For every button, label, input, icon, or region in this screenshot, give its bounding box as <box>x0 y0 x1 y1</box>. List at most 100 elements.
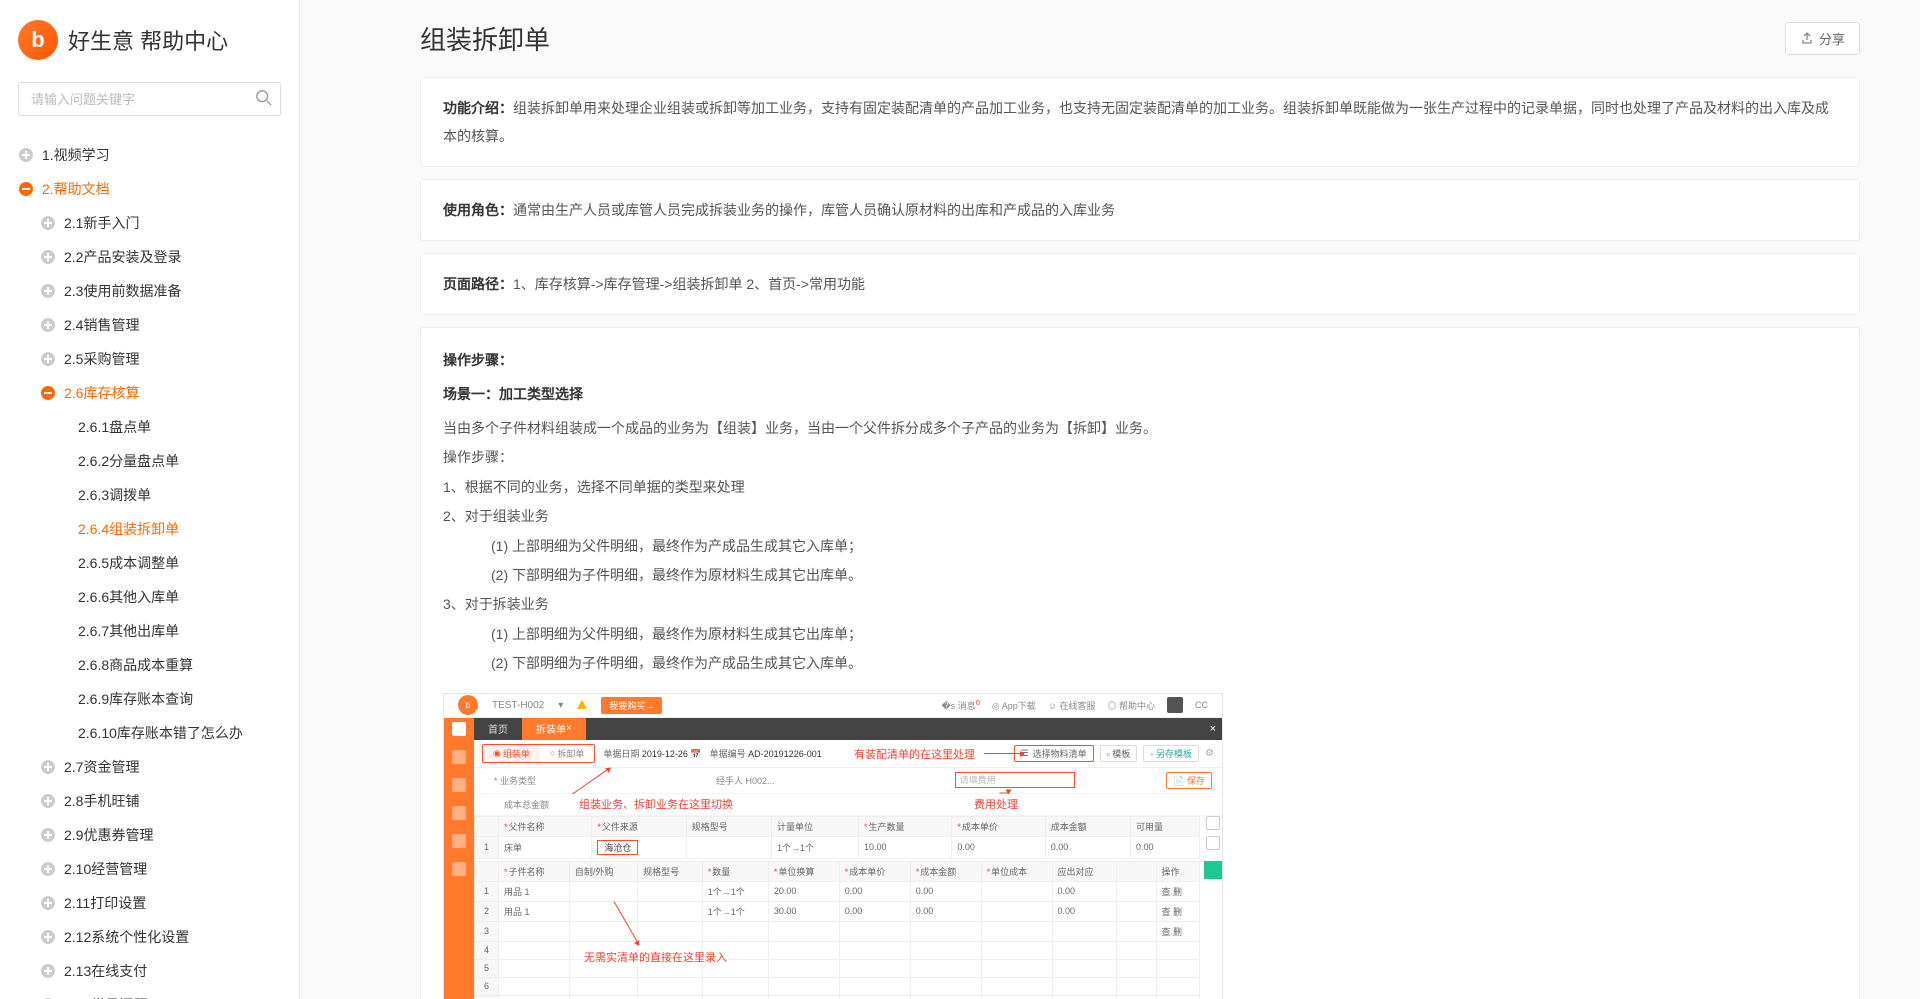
logo-text: 好生意 帮助中心 <box>68 24 228 56</box>
path-card: 页面路径：1、库存核算->库存管理->组装拆卸单 2、首页->常用功能 <box>420 253 1860 315</box>
nav-label: 2.13在线支付 <box>64 961 147 981</box>
intro-label: 功能介绍： <box>443 100 513 116</box>
step3-2: (2) 下部明细为子件明细，最终作为产成品生成其它入库单。 <box>443 649 1837 678</box>
ss-type-toggle: ◉ 组装单 ○ 拆卸单 <box>482 744 595 763</box>
parent-table: 父件名称父件来源规格型号计量单位生产数量成本单价成本金额可用量 1床单海沧仓1个… <box>474 816 1200 859</box>
nav-2-13[interactable]: 2.13在线支付 <box>18 954 281 988</box>
nav-icon <box>452 750 466 764</box>
share-icon <box>1800 32 1814 46</box>
path-text: 1、库存核算->库存管理->组装拆卸单 2、首页->常用功能 <box>513 276 865 292</box>
ss-dropdown-icon: ▾ <box>558 700 563 711</box>
ss-msg: �s 消息0 <box>941 698 979 712</box>
ss-radio-on: ◉ 组装单 <box>483 745 540 762</box>
nav-label: 2.14常见问题 <box>64 995 147 999</box>
annotation-empty: 无需实清单的直接在这里录入 <box>584 949 727 965</box>
home-icon <box>452 722 466 736</box>
nav-2-6-3[interactable]: 2.6.3调拨单 <box>18 478 281 512</box>
nav-2-6-4[interactable]: 2.6.4组装拆卸单 <box>18 512 281 546</box>
nav-label: 2.2产品安装及登录 <box>64 247 181 267</box>
minus-icon <box>18 181 34 197</box>
ss-buy-button: 我要购买→ <box>601 697 662 714</box>
nav-icon <box>452 778 466 792</box>
nav-icon <box>452 834 466 848</box>
role-text: 通常由生产人员或库管人员完成拆装业务的操作，库管人员确认原材料的出库和产成品的入… <box>513 202 1115 218</box>
nav-2-4[interactable]: 2.4销售管理 <box>18 308 281 342</box>
expand-icon <box>1204 861 1222 879</box>
search-icon[interactable] <box>255 89 273 107</box>
nav-2-8[interactable]: 2.8手机旺铺 <box>18 784 281 818</box>
nav-2-6[interactable]: 2.6库存核算 <box>18 376 281 410</box>
nav-2-5[interactable]: 2.5采购管理 <box>18 342 281 376</box>
nav-label: 2.4销售管理 <box>64 315 139 335</box>
path-label: 页面路径： <box>443 276 513 292</box>
steps-header: 操作步骤： <box>443 350 1837 370</box>
nav-label: 2.8手机旺铺 <box>64 791 139 811</box>
nav-docs[interactable]: 2.帮助文档 <box>18 172 281 206</box>
app-screenshot: b TEST-H002 ▾ 我要购买→ �s 消息0 ◎ App下载 ☺ 在线客… <box>443 693 1223 999</box>
annotation-switch: 组装业务、拆卸业务在这里切换 <box>579 796 733 812</box>
nav-2-9[interactable]: 2.9优惠券管理 <box>18 818 281 852</box>
nav-label: 2.12系统个性化设置 <box>64 927 189 947</box>
plus-icon <box>40 215 56 231</box>
nav-2-12[interactable]: 2.12系统个性化设置 <box>18 920 281 954</box>
ss-topbar: b TEST-H002 ▾ 我要购买→ �s 消息0 ◎ App下载 ☺ 在线客… <box>444 694 1222 718</box>
nav-2-6-10[interactable]: 2.6.10库存账本错了怎么办 <box>18 716 281 750</box>
ss-save-template-btn: ▫ 另存模板 <box>1143 745 1199 762</box>
nav-2-1[interactable]: 2.1新手入门 <box>18 206 281 240</box>
nav-label: 2.1新手入门 <box>64 213 139 233</box>
nav-2-6-6[interactable]: 2.6.6其他入库单 <box>18 580 281 614</box>
ss-logo-icon: b <box>458 695 478 715</box>
sidebar: b 好生意 帮助中心 1.视频学习 2.帮助文档 2.1新手入门 2.2产品安装… <box>0 0 300 999</box>
plus-icon <box>40 861 56 877</box>
nav-2-6-8[interactable]: 2.6.8商品成本重算 <box>18 648 281 682</box>
nav-2-3[interactable]: 2.3使用前数据准备 <box>18 274 281 308</box>
ss-tab-active: 拆装单 × <box>522 718 586 740</box>
nav-2-14[interactable]: 2.14常见问题 <box>18 988 281 999</box>
nav-2-6-9[interactable]: 2.6.9库存账本查询 <box>18 682 281 716</box>
nav-2-6-1[interactable]: 2.6.1盘点单 <box>18 410 281 444</box>
step3: 3、对于拆装业务 <box>443 590 1837 619</box>
step2: 2、对于组装业务 <box>443 502 1837 531</box>
page-title: 组装拆卸单 <box>420 20 550 57</box>
share-label: 分享 <box>1819 29 1845 48</box>
ss-no: 单据编号 AD-20191226-001 <box>710 747 822 760</box>
nav-2-10[interactable]: 2.10经营管理 <box>18 852 281 886</box>
nav-label: 2.11打印设置 <box>64 893 146 913</box>
nav-video[interactable]: 1.视频学习 <box>18 138 281 172</box>
ss-template-btn: ▫ 模板 <box>1100 745 1138 762</box>
intro-card: 功能介绍：组装拆卸单用来处理企业组装或拆卸等加工业务，支持有固定装配清单的产品加… <box>420 77 1860 167</box>
nav-2-6-2[interactable]: 2.6.2分量盘点单 <box>18 444 281 478</box>
nav-2-6-7[interactable]: 2.6.7其他出库单 <box>18 614 281 648</box>
minus-icon <box>40 385 56 401</box>
ss-user: CC <box>1195 700 1208 710</box>
nav-2-6-5[interactable]: 2.6.5成本调整单 <box>18 546 281 580</box>
intro-text: 组装拆卸单用来处理企业组装或拆卸等加工业务，支持有固定装配清单的产品加工业务，也… <box>443 100 1829 144</box>
nav-2-11[interactable]: 2.11打印设置 <box>18 886 281 920</box>
search-input[interactable] <box>18 82 281 116</box>
ss-cost-total: 成本总金额 <box>504 798 549 811</box>
avatar-icon <box>1167 697 1183 713</box>
ss-fee-input: 请填费用 <box>955 772 1075 788</box>
ss-tab-home: 首页 <box>474 718 522 740</box>
nav-2-2[interactable]: 2.2产品安装及登录 <box>18 240 281 274</box>
nav-label: 2.9优惠券管理 <box>64 825 153 845</box>
ss-help: ◎ 帮助中心 <box>1107 699 1155 712</box>
plus-icon <box>40 249 56 265</box>
ss-date: 单据日期 2019-12-26 📅 <box>603 747 701 760</box>
plus-icon <box>40 827 56 843</box>
child-table: 子件名称自制/外购规格型号数量单位换算成本单价成本金额单位成本应出对应 操作 1… <box>474 861 1200 999</box>
nav-2-7[interactable]: 2.7资金管理 <box>18 750 281 784</box>
ss-company: TEST-H002 <box>492 700 544 711</box>
nav-icon <box>452 862 466 876</box>
tool-icon <box>1206 816 1220 830</box>
ss-app: ◎ App下载 <box>992 699 1036 712</box>
ss-radio-off: ○ 拆卸单 <box>540 745 594 762</box>
share-button[interactable]: 分享 <box>1785 22 1860 55</box>
ss-toolbar: ◉ 组装单 ○ 拆卸单 单据日期 2019-12-26 📅 单据编号 AD-20… <box>474 740 1222 768</box>
ss-bom-select: ☰ 选择物料清单 <box>1014 745 1094 762</box>
ss-row2: * 业务类型 经手人 H002... 请填费用 📄 保存 <box>474 768 1222 794</box>
ss-handler: 经手人 H002... <box>716 774 775 787</box>
nav-label: 2.5采购管理 <box>64 349 139 369</box>
steps-card: 操作步骤： 场景一：加工类型选择 当由多个子件材料组装成一个成品的业务为【组装】… <box>420 327 1860 999</box>
ss-tabs: 首页 拆装单 × × <box>474 718 1222 740</box>
